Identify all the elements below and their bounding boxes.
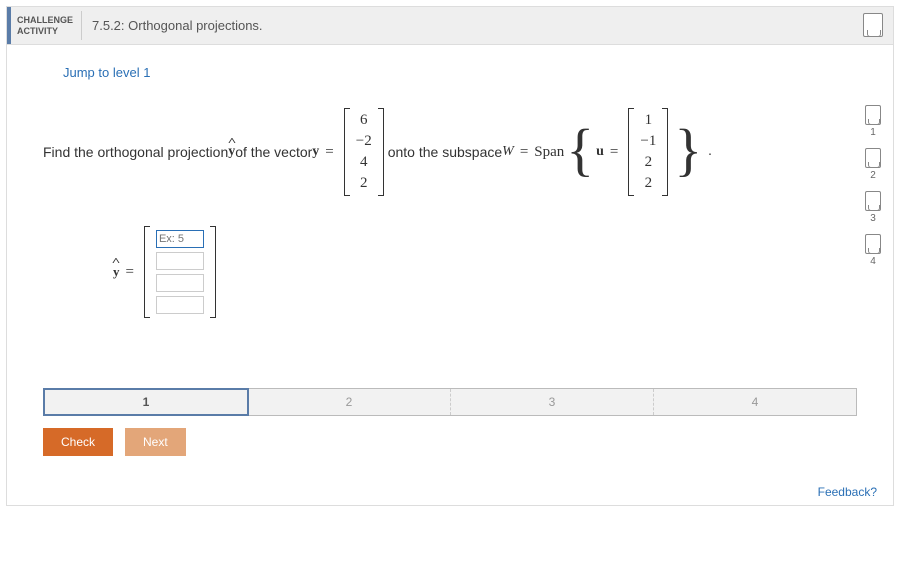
vector-u-entries: 1 −1 2 2 — [634, 108, 662, 196]
next-button[interactable]: Next — [125, 428, 186, 456]
equals-1: = — [325, 144, 333, 161]
side-step-num-4: 4 — [870, 256, 876, 267]
activity-tag: CHALLENGE ACTIVITY — [11, 7, 81, 44]
answer-input-0[interactable] — [156, 230, 204, 248]
answer-row: y = — [113, 226, 857, 318]
u-entry-2: 2 — [645, 154, 653, 171]
check-button[interactable]: Check — [43, 428, 113, 456]
ans-bracket-right — [210, 226, 216, 318]
y-hat-symbol: y — [228, 144, 235, 160]
bookmark-icon — [865, 105, 881, 125]
side-step-3[interactable]: 3 — [865, 191, 881, 224]
period: . — [708, 144, 712, 160]
vector-y-entries: 6 −2 4 2 — [350, 108, 378, 196]
card-body: Jump to level 1 Find the orthogonal proj… — [7, 45, 893, 505]
answer-input-2[interactable] — [156, 274, 204, 292]
card-header: CHALLENGE ACTIVITY 7.5.2: Orthogonal pro… — [7, 7, 893, 45]
side-step-num-3: 3 — [870, 213, 876, 224]
vector-y: 6 −2 4 2 — [344, 108, 384, 196]
problem-mid2: onto the subspace — [388, 144, 502, 160]
span-text: Span — [534, 144, 564, 161]
u-symbol: u — [596, 144, 604, 160]
vector-u: 1 −1 2 2 — [628, 108, 668, 196]
y-entry-2: 4 — [360, 154, 368, 171]
answer-input-1[interactable] — [156, 252, 204, 270]
level-cell-3[interactable]: 3 — [451, 389, 654, 415]
equals-ans: = — [126, 264, 134, 281]
side-progress: 1 2 3 4 — [865, 105, 881, 267]
level-cell-1[interactable]: 1 — [43, 388, 249, 416]
activity-title: 7.5.2: Orthogonal projections. — [82, 7, 263, 44]
side-step-2[interactable]: 2 — [865, 148, 881, 181]
brace-right: } — [672, 124, 704, 176]
side-step-1[interactable]: 1 — [865, 105, 881, 138]
tag-line2: ACTIVITY — [17, 26, 73, 37]
bookmark-icon — [865, 148, 881, 168]
side-step-num-1: 1 — [870, 127, 876, 138]
u-entry-3: 2 — [645, 175, 653, 192]
level-cell-2[interactable]: 2 — [248, 389, 451, 415]
action-buttons: Check Next — [43, 428, 857, 456]
u-entry-0: 1 — [645, 112, 653, 129]
y-symbol: y — [312, 144, 319, 160]
level-cell-4[interactable]: 4 — [654, 389, 856, 415]
bookmark-icon — [865, 191, 881, 211]
jump-to-level-link[interactable]: Jump to level 1 — [63, 65, 150, 80]
equals-2: = — [520, 144, 528, 161]
y-entry-0: 6 — [360, 112, 368, 129]
answer-label: y — [113, 264, 120, 280]
level-progress-bar: 1 2 3 4 — [43, 388, 857, 416]
answer-vector — [144, 226, 216, 318]
bookmark-icon[interactable] — [863, 13, 883, 37]
bookmark-icon — [865, 234, 881, 254]
answer-input-3[interactable] — [156, 296, 204, 314]
feedback-link[interactable]: Feedback? — [818, 485, 877, 499]
problem-statement: Find the orthogonal projection y of the … — [43, 108, 857, 196]
tag-line1: CHALLENGE — [17, 15, 73, 26]
W-symbol: W — [502, 144, 514, 160]
side-step-4[interactable]: 4 — [865, 234, 881, 267]
problem-mid1: of the vector — [235, 144, 312, 160]
activity-card: CHALLENGE ACTIVITY 7.5.2: Orthogonal pro… — [6, 6, 894, 506]
y-entry-3: 2 — [360, 175, 368, 192]
u-entry-1: −1 — [640, 133, 656, 150]
side-step-num-2: 2 — [870, 170, 876, 181]
problem-pre: Find the orthogonal projection — [43, 144, 228, 160]
bracket-right — [378, 108, 384, 196]
y-entry-1: −2 — [356, 133, 372, 150]
brace-left: { — [564, 124, 596, 176]
bracket-right-u — [662, 108, 668, 196]
answer-inputs — [150, 226, 210, 318]
equals-3: = — [610, 144, 618, 161]
